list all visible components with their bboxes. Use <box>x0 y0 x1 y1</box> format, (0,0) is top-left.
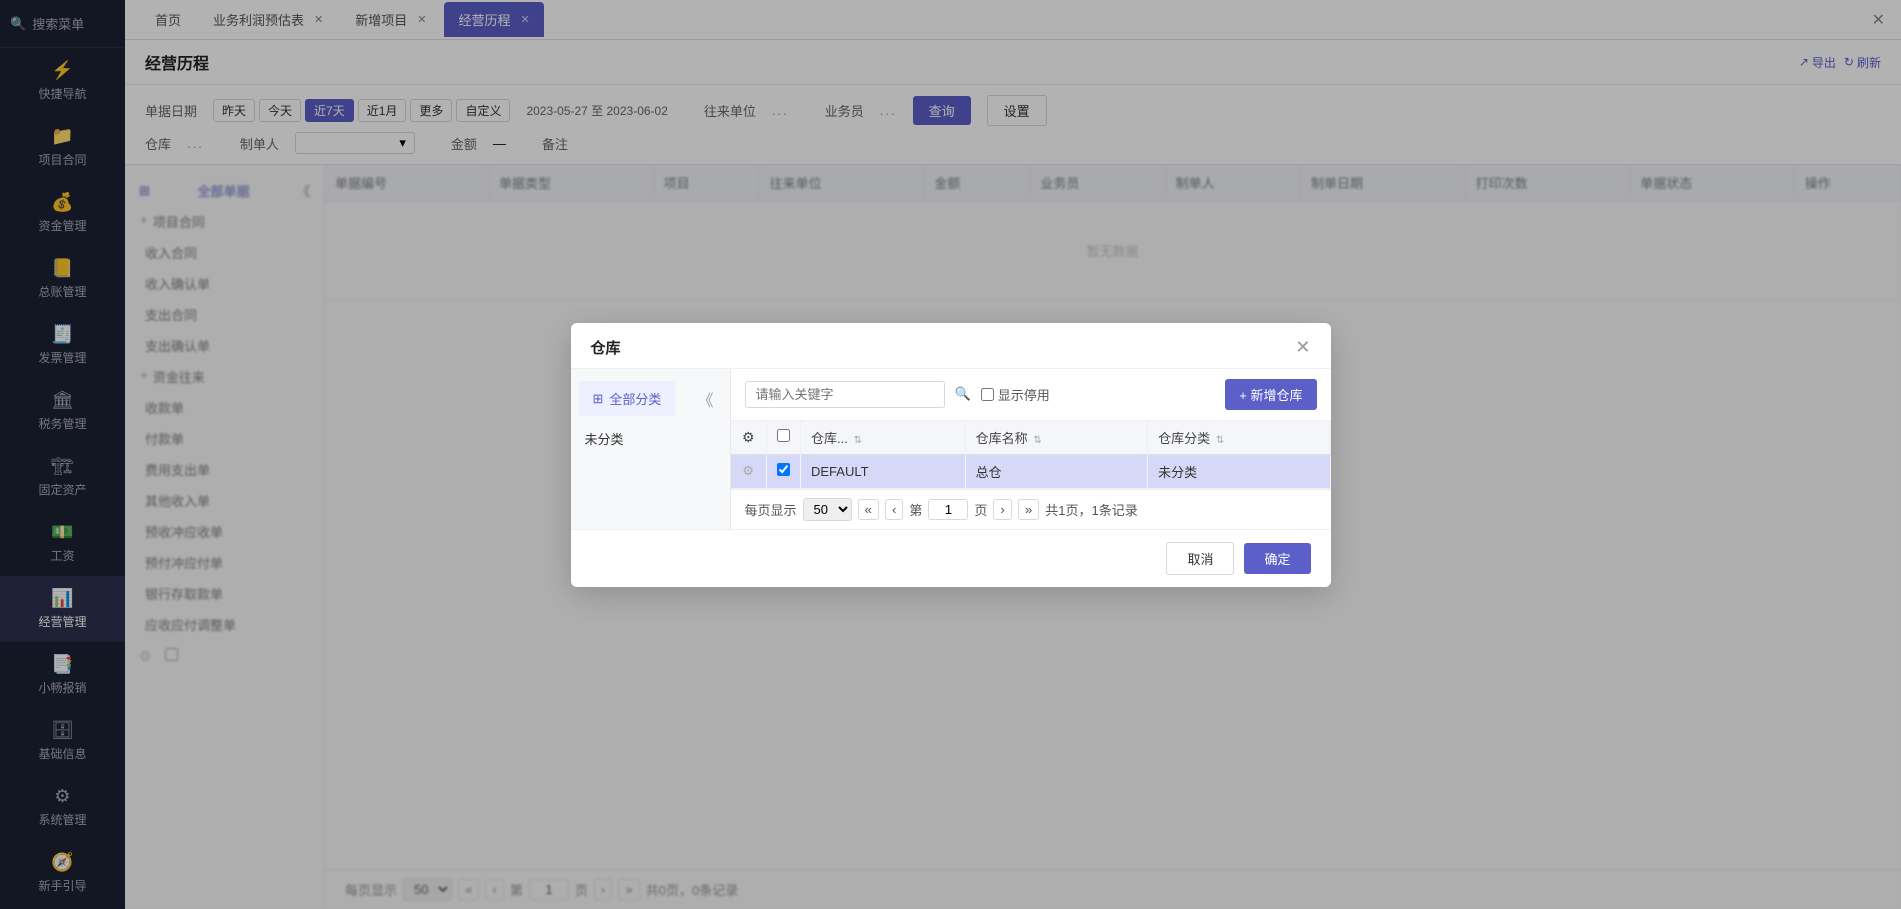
modal-body: ⊞ 全部分类 《 未分类 🔍 显示停用 <box>571 369 1331 529</box>
modal-table-body: ⚙ DEFAULT 总仓 未分类 <box>731 454 1331 488</box>
modal-total-info: 共1页，1条记录 <box>1045 500 1137 519</box>
modal-footer: 取消 确定 <box>571 529 1331 587</box>
row-name: 总仓 <box>965 454 1147 488</box>
modal-table-header: ⚙ 仓库... ⇅ 仓库名称 ⇅ <box>731 421 1331 455</box>
modal-right-panel: 🔍 显示停用 + 新增仓库 ⚙ <box>731 369 1331 529</box>
row-gear[interactable]: ⚙ <box>731 454 767 488</box>
modal-per-page-label: 每页显示 <box>745 500 797 519</box>
add-warehouse-button[interactable]: + 新增仓库 <box>1225 379 1316 410</box>
name-sort-icon[interactable]: ⇅ <box>1033 435 1041 446</box>
modal-close-button[interactable]: ✕ <box>1295 337 1310 358</box>
modal-confirm-button[interactable]: 确定 <box>1244 543 1310 574</box>
modal-cat-all[interactable]: ⊞ 全部分类 <box>579 381 676 416</box>
modal-page-label-pre: 第 <box>909 500 922 519</box>
modal-cat-uncategorized-label: 未分类 <box>585 429 624 448</box>
modal-prev-page-button[interactable]: ‹ <box>885 499 903 520</box>
row-category: 未分类 <box>1148 454 1330 488</box>
modal-left-toggle-button[interactable]: 《 <box>689 381 721 417</box>
row-checkbox[interactable] <box>767 454 801 488</box>
modal-pagination: 每页显示 50 « ‹ 第 页 › » 共1页，1条记录 <box>731 489 1331 529</box>
modal-left-panel: ⊞ 全部分类 《 未分类 <box>571 369 731 529</box>
code-sort-icon[interactable]: ⇅ <box>853 435 861 446</box>
grid-icon: ⊞ <box>593 391 604 407</box>
modal-col-category: 仓库分类 ⇅ <box>1148 421 1330 455</box>
show-disabled-label[interactable]: 显示停用 <box>981 385 1050 404</box>
modal-search-icon[interactable]: 🔍 <box>955 386 971 402</box>
modal-cat-all-label: 全部分类 <box>609 389 661 408</box>
modal-overlay: 仓库 ✕ ⊞ 全部分类 《 未分类 <box>0 0 1901 909</box>
modal-search-input[interactable] <box>745 381 945 408</box>
modal-page-size-select[interactable]: 50 <box>803 498 852 521</box>
modal-col-code: 仓库... ⇅ <box>801 421 966 455</box>
modal-table-area: ⚙ 仓库... ⇅ 仓库名称 ⇅ <box>731 421 1331 489</box>
row-code: DEFAULT <box>801 454 966 488</box>
modal-toolbar: 🔍 显示停用 + 新增仓库 <box>731 369 1331 421</box>
modal-next-page-button[interactable]: › <box>993 499 1011 520</box>
modal-table-row[interactable]: ⚙ DEFAULT 总仓 未分类 <box>731 454 1331 488</box>
warehouse-modal: 仓库 ✕ ⊞ 全部分类 《 未分类 <box>571 323 1331 587</box>
modal-col-gear[interactable]: ⚙ <box>731 421 767 455</box>
modal-header: 仓库 ✕ <box>571 323 1331 369</box>
modal-col-checkbox[interactable] <box>767 421 801 455</box>
modal-page-input[interactable] <box>928 499 968 520</box>
modal-select-all[interactable] <box>777 429 790 442</box>
modal-last-page-button[interactable]: » <box>1018 499 1039 520</box>
show-disabled-checkbox[interactable] <box>981 388 994 401</box>
modal-col-name: 仓库名称 ⇅ <box>965 421 1147 455</box>
category-sort-icon[interactable]: ⇅ <box>1216 435 1224 446</box>
modal-warehouse-table: ⚙ 仓库... ⇅ 仓库名称 ⇅ <box>731 421 1331 489</box>
modal-first-page-button[interactable]: « <box>858 499 879 520</box>
modal-cat-uncategorized[interactable]: 未分类 <box>571 421 730 456</box>
modal-title: 仓库 <box>591 337 621 358</box>
modal-page-label-post: 页 <box>974 500 987 519</box>
modal-cancel-button[interactable]: 取消 <box>1166 542 1234 575</box>
